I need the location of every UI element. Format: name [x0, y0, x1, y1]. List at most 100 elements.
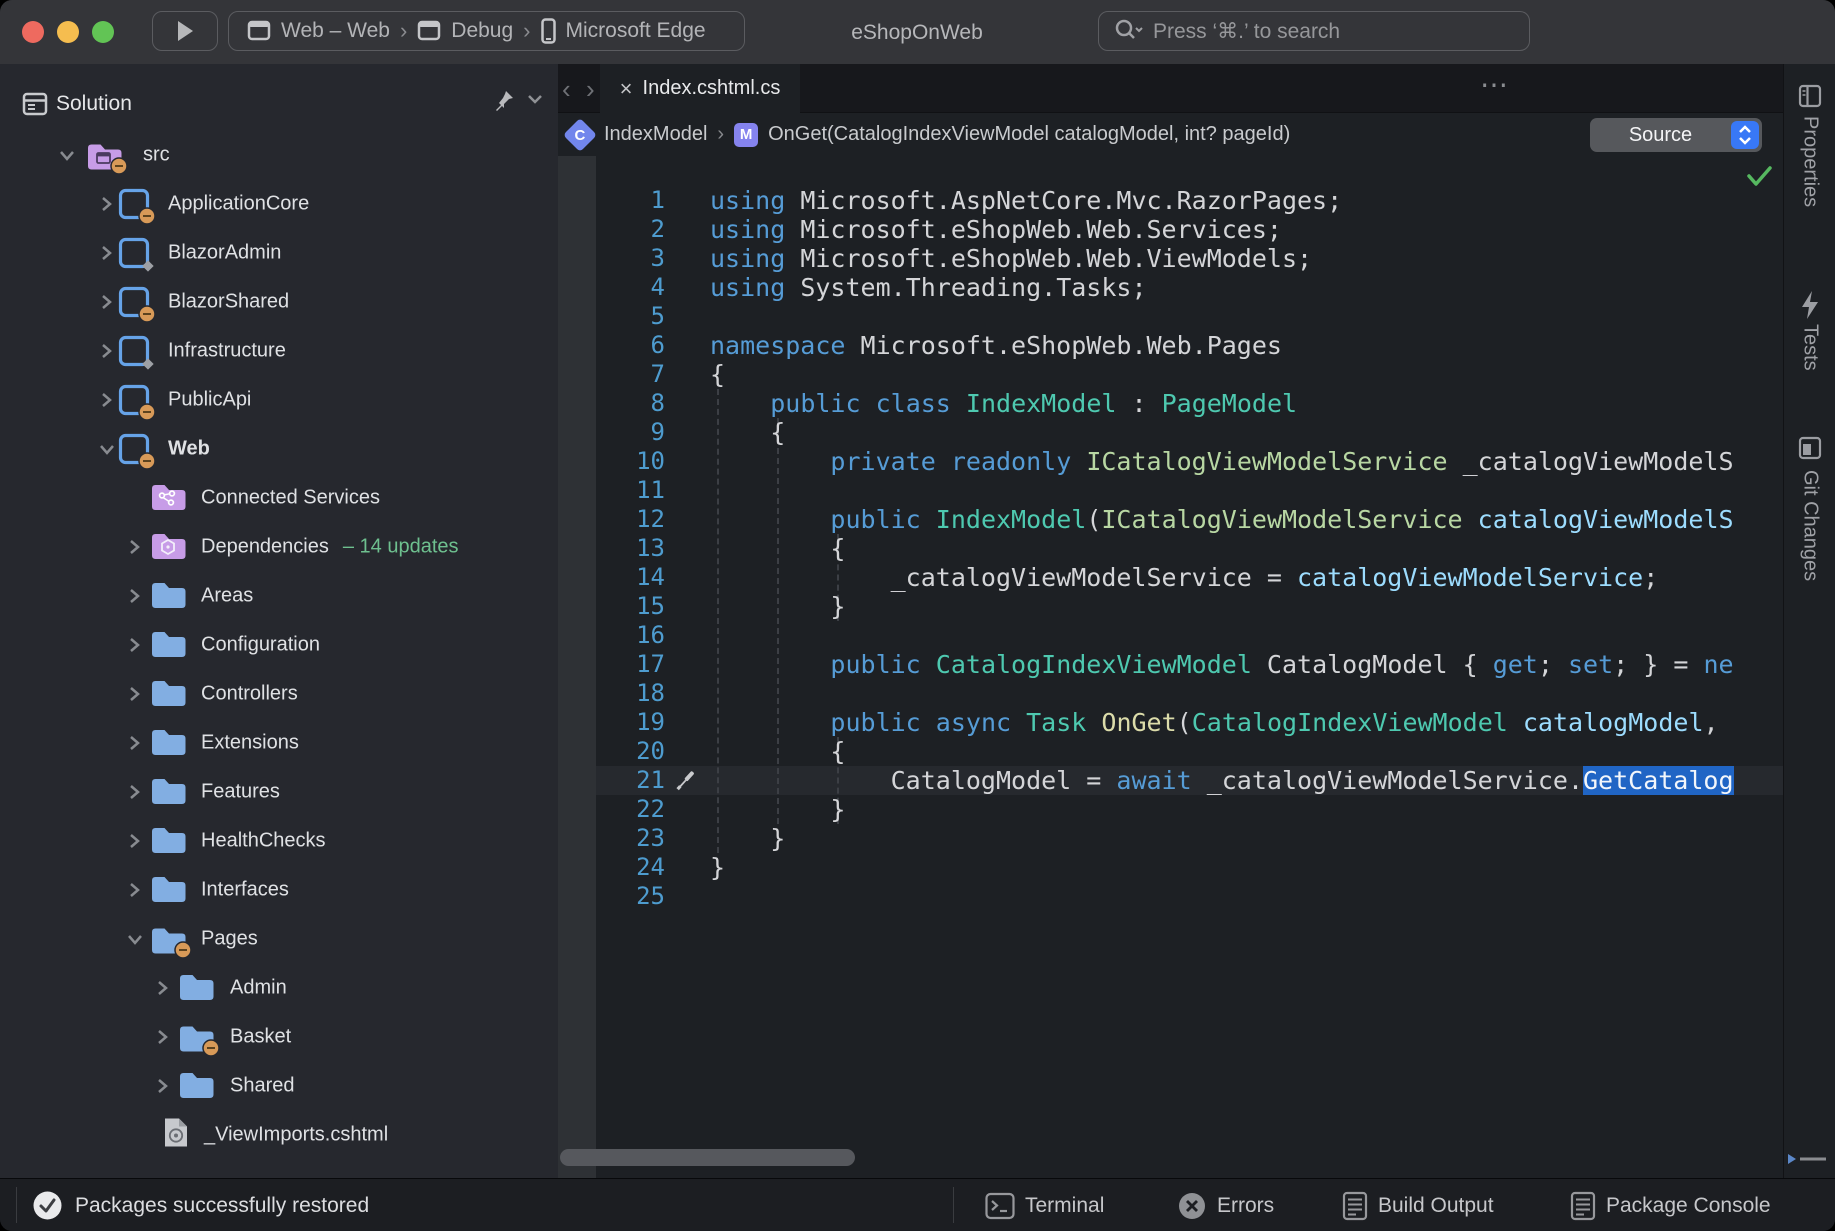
tree-item-basket[interactable]: Basket [0, 1012, 558, 1061]
line-number-7: 7 [596, 360, 665, 389]
tree-item-applicationcore[interactable]: ApplicationCore [0, 179, 558, 228]
breakpoint-gutter[interactable] [558, 156, 596, 1178]
tree-item-healthchecks[interactable]: HealthChecks [0, 816, 558, 865]
source-view-selector[interactable]: Source [1590, 118, 1762, 152]
tree-item-configuration[interactable]: Configuration [0, 620, 558, 669]
code-line-2: using Microsoft.eShopWeb.Web.Services; [710, 215, 1282, 244]
pad-tab-git-changes[interactable]: Git Changes [1799, 470, 1822, 581]
terminal-icon [985, 1192, 1015, 1220]
code-line-13: { [710, 534, 845, 563]
search-input[interactable]: Press ‘⌘.’ to search [1098, 11, 1530, 51]
code-editor[interactable]: 1using Microsoft.AspNetCore.Mvc.RazorPag… [558, 156, 1783, 1178]
chevron-right-icon[interactable] [126, 734, 142, 752]
connected-icon [150, 480, 186, 510]
chevron-right-icon[interactable] [126, 636, 142, 654]
tree-item-features[interactable]: Features [0, 767, 558, 816]
chevron-down-icon[interactable] [126, 931, 144, 947]
errors-icon [1177, 1191, 1207, 1221]
class-icon: C [563, 118, 597, 152]
panel-button-errors[interactable]: Errors [1177, 1179, 1274, 1231]
tree-item-blazorshared[interactable]: BlazorShared [0, 277, 558, 326]
chevron-right-icon[interactable] [126, 881, 142, 899]
chevron-down-icon[interactable] [98, 441, 116, 457]
tree-item-blazoradmin[interactable]: BlazorAdmin [0, 228, 558, 277]
minimize-window-button[interactable] [57, 21, 79, 43]
pad-menu-chevron-icon[interactable] [526, 92, 544, 106]
panel-icon[interactable] [1798, 84, 1822, 108]
chevron-right-icon[interactable] [126, 538, 142, 556]
code-line-9: { [710, 418, 785, 447]
selector-updown-icon [1731, 121, 1759, 149]
tree-item-publicapi[interactable]: PublicApi [0, 375, 558, 424]
project-window-icon [247, 20, 271, 42]
code-line-3: using Microsoft.eShopWeb.Web.ViewModels; [710, 244, 1312, 273]
chevron-right-icon[interactable] [98, 195, 114, 213]
tab-overflow-button[interactable]: ⋯ [1480, 68, 1510, 101]
tab-title: Index.cshtml.cs [643, 77, 781, 100]
solution-tree: srcApplicationCoreBlazorAdminBlazorShare… [0, 116, 558, 1178]
chevron-down-icon[interactable] [58, 147, 76, 163]
gitpane-icon[interactable] [1798, 436, 1822, 460]
chevron-right-icon[interactable] [98, 244, 114, 262]
tree-item-controllers[interactable]: Controllers [0, 669, 558, 718]
razor-file-icon [162, 1115, 190, 1149]
pad-tab-properties[interactable]: Properties [1799, 116, 1822, 207]
run-configuration-selector[interactable]: Web – Web › Debug › Microsoft Edge [228, 11, 745, 51]
chevron-right-icon[interactable] [126, 587, 142, 605]
tree-item-extensions[interactable]: Extensions [0, 718, 558, 767]
code-line-1: using Microsoft.AspNetCore.Mvc.RazorPage… [710, 186, 1342, 215]
tab-index-cshtml-cs[interactable]: × Index.cshtml.cs [600, 64, 800, 113]
tree-item--viewimports-cshtml[interactable]: _ViewImports.cshtml [0, 1110, 558, 1159]
folder-icon [150, 627, 186, 662]
chevron-right-icon[interactable] [98, 342, 114, 360]
zoom-window-button[interactable] [92, 21, 114, 43]
pad-resize-indicator[interactable] [1786, 1150, 1830, 1168]
breadcrumb-class[interactable]: IndexModel [604, 123, 707, 146]
panel-button-build-output[interactable]: Build Output [1342, 1179, 1494, 1231]
tree-item-shared[interactable]: Shared [0, 1061, 558, 1110]
chevron-right-icon[interactable] [154, 1028, 170, 1046]
chevron-right-icon[interactable] [126, 783, 142, 801]
pad-tab-tests[interactable]: Tests [1799, 324, 1822, 371]
horizontal-scrollbar-thumb[interactable] [560, 1149, 855, 1166]
chevron-right-icon[interactable] [126, 685, 142, 703]
chevron-right-icon[interactable] [98, 293, 114, 311]
line-number-8: 8 [596, 389, 665, 418]
chevron-right-icon[interactable] [126, 832, 142, 850]
bolt-icon[interactable] [1799, 290, 1821, 320]
pin-icon[interactable] [492, 88, 516, 112]
quick-fix-screwdriver-icon[interactable] [672, 768, 698, 794]
badge-modified-icon [138, 403, 156, 421]
badge-unchanged-icon [140, 356, 156, 372]
folder-icon [150, 924, 186, 954]
tree-item-interfaces[interactable]: Interfaces [0, 865, 558, 914]
breadcrumb-method[interactable]: OnGet(CatalogIndexViewModel catalogModel… [768, 123, 1290, 146]
nav-back-button[interactable]: ‹ [562, 74, 571, 105]
line-number-23: 23 [596, 824, 665, 853]
updates-available-label: – 14 updates [343, 535, 459, 557]
line-number-11: 11 [596, 476, 665, 505]
chevron-right-icon[interactable] [98, 391, 114, 409]
tree-item-src[interactable]: src [0, 130, 558, 179]
tree-item-connected-services[interactable]: Connected Services [0, 473, 558, 522]
close-window-button[interactable] [22, 21, 44, 43]
run-button[interactable] [152, 11, 218, 51]
config-separator: › [390, 18, 417, 44]
tree-item-dependencies[interactable]: Dependencies– 14 updates [0, 522, 558, 571]
chevron-right-icon[interactable] [154, 1077, 170, 1095]
configuration-window-icon [417, 20, 441, 42]
nav-forward-button[interactable]: › [586, 74, 595, 105]
tab-close-icon[interactable]: × [620, 76, 633, 102]
tree-item-infrastructure[interactable]: Infrastructure [0, 326, 558, 375]
code-line-24: } [710, 853, 725, 882]
panel-button-package-console[interactable]: Package Console [1570, 1179, 1771, 1231]
config-project-label: Web – Web [281, 19, 390, 43]
code-line-20: { [710, 737, 845, 766]
tree-item-admin[interactable]: Admin [0, 963, 558, 1012]
panel-button-terminal[interactable]: Terminal [985, 1179, 1104, 1231]
panel-button-label: Terminal [1025, 1194, 1104, 1218]
chevron-right-icon[interactable] [154, 979, 170, 997]
tree-item-areas[interactable]: Areas [0, 571, 558, 620]
tree-item-web[interactable]: Web [0, 424, 558, 473]
tree-item-pages[interactable]: Pages [0, 914, 558, 963]
